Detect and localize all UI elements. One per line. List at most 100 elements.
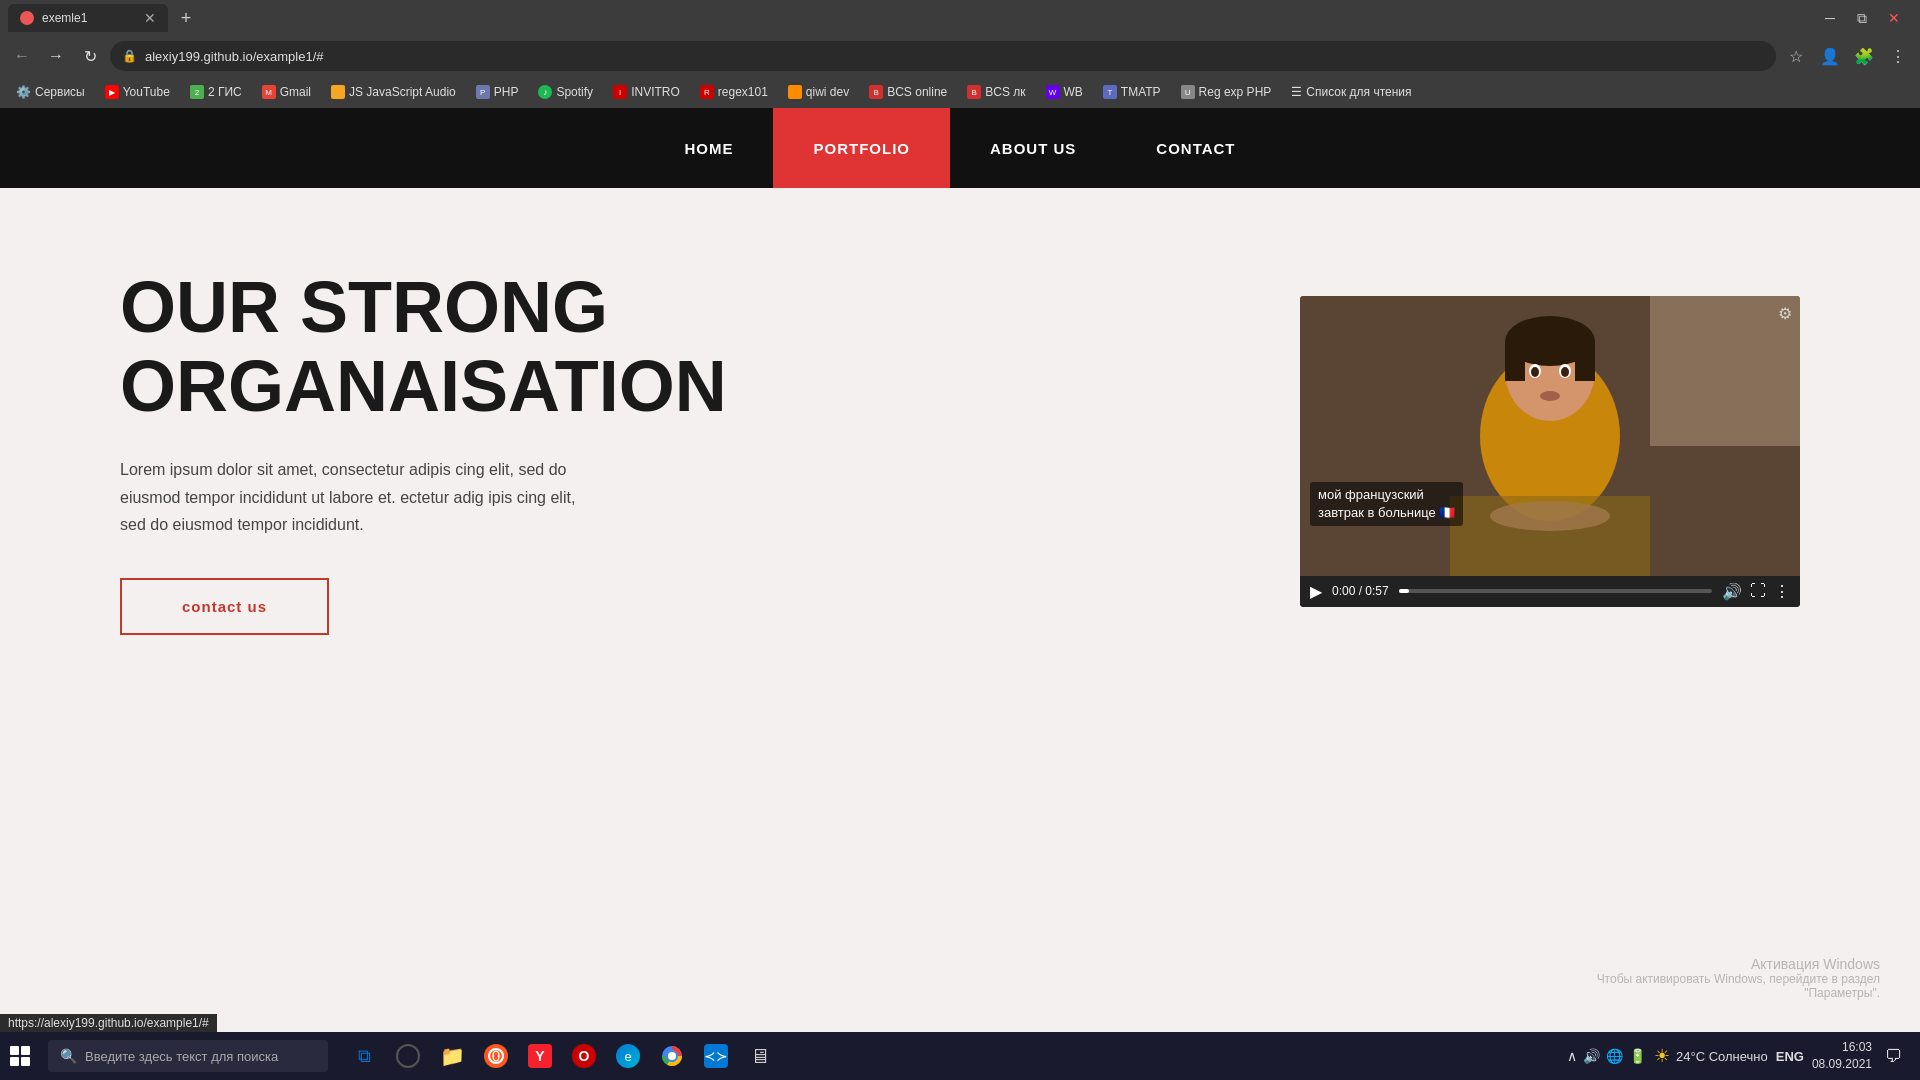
extensions-button[interactable]: 🧩 — [1850, 42, 1878, 70]
video-controls[interactable]: ▶ 0:00 / 0:57 🔊 ⛶ ⋮ — [1300, 576, 1800, 607]
bookmark-label: PHP — [494, 85, 519, 99]
video-play-button[interactable]: ▶ — [1310, 582, 1322, 601]
browser-window: exemle1 ✕ + ─ ⧉ ✕ ← → ↻ 🔒 alexiy199.gith… — [0, 0, 1920, 715]
bookmark-label: Gmail — [280, 85, 311, 99]
svg-point-12 — [1540, 391, 1560, 401]
bookmark-favicon: ⚙️ — [16, 85, 31, 99]
bookmark-wb[interactable]: W WB — [1038, 83, 1091, 101]
hero-description: Lorem ipsum dolor sit amet, consectetur … — [120, 456, 580, 538]
video-corner-icon: ⚙ — [1778, 304, 1792, 323]
bookmark-youtube[interactable]: ▶ YouTube — [97, 83, 178, 101]
bookmark-button[interactable]: ☆ — [1782, 42, 1810, 70]
svg-point-11 — [1561, 367, 1569, 377]
bookmark-favicon: B — [869, 85, 883, 99]
website-content: HOME PORTFOLIO ABOUT US CONTACT OUR STRO… — [0, 108, 1920, 715]
bookmark-favicon: P — [476, 85, 490, 99]
bookmark-favicon: T — [1103, 85, 1117, 99]
back-button[interactable]: ← — [8, 42, 36, 70]
window-minimize-button[interactable]: ─ — [1820, 10, 1840, 26]
bookmarks-bar: ⚙️ Сервисы ▶ YouTube 2 2 ГИС M Gmail JS … — [0, 76, 1920, 108]
bookmark-regexp-php[interactable]: U Reg exp PHP — [1173, 83, 1280, 101]
reading-list-icon: ☰ — [1291, 85, 1302, 99]
bookmark-label: WB — [1064, 85, 1083, 99]
hero-section: OUR STRONG ORGANAISATION Lorem ipsum dol… — [0, 188, 1920, 715]
nav-items: HOME PORTFOLIO ABOUT US CONTACT — [644, 108, 1275, 188]
video-control-icons: 🔊 ⛶ ⋮ — [1722, 582, 1790, 601]
video-progress-bar[interactable] — [1399, 589, 1712, 593]
video-mute-button[interactable]: 🔊 — [1722, 582, 1742, 601]
window-controls: ─ ⧉ ✕ — [1820, 10, 1912, 27]
hero-title: OUR STRONG ORGANAISATION — [120, 268, 1220, 426]
site-navigation: HOME PORTFOLIO ABOUT US CONTACT — [0, 108, 1920, 188]
hero-title-line1: OUR STRONG — [120, 267, 608, 347]
bookmark-qiwidev[interactable]: qiwi dev — [780, 83, 857, 101]
bookmark-favicon: M — [262, 85, 276, 99]
address-text: alexiy199.github.io/example1/# — [145, 49, 324, 64]
video-container: мой французскийзавтрак в больнице 🇫🇷 ⚙ ▶… — [1300, 296, 1800, 607]
bookmark-bcs-lk[interactable]: B BCS лк — [959, 83, 1033, 101]
window-close-button[interactable]: ✕ — [1884, 10, 1904, 26]
video-fullscreen-button[interactable]: ⛶ — [1750, 582, 1766, 600]
video-more-button[interactable]: ⋮ — [1774, 582, 1790, 601]
tab-title: exemle1 — [42, 11, 87, 25]
bookmark-gmail[interactable]: M Gmail — [254, 83, 319, 101]
bookmark-favicon: W — [1046, 85, 1060, 99]
bookmark-favicon: ▶ — [105, 85, 119, 99]
video-time: 0:00 / 0:57 — [1332, 584, 1389, 598]
bookmark-label: qiwi dev — [806, 85, 849, 99]
browser-toolbar: ← → ↻ 🔒 alexiy199.github.io/example1/# ☆… — [0, 36, 1920, 76]
nav-item-portfolio[interactable]: PORTFOLIO — [773, 108, 950, 188]
bookmark-favicon: B — [967, 85, 981, 99]
bookmark-label: Сервисы — [35, 85, 85, 99]
bookmark-favicon — [331, 85, 345, 99]
bookmark-favicon — [788, 85, 802, 99]
window-restore-button[interactable]: ⧉ — [1852, 10, 1872, 27]
bookmark-spotify[interactable]: ♪ Spotify — [530, 83, 601, 101]
menu-button[interactable]: ⋮ — [1884, 42, 1912, 70]
bookmark-label: JS JavaScript Audio — [349, 85, 456, 99]
forward-button[interactable]: → — [42, 42, 70, 70]
toolbar-actions: ☆ 👤 🧩 ⋮ — [1782, 42, 1912, 70]
svg-point-10 — [1531, 367, 1539, 377]
bookmark-favicon: R — [700, 85, 714, 99]
bookmark-favicon: ♪ — [538, 85, 552, 99]
bookmark-label: regex101 — [718, 85, 768, 99]
bookmark-label: YouTube — [123, 85, 170, 99]
bookmark-php[interactable]: P PHP — [468, 83, 527, 101]
profile-button[interactable]: 👤 — [1816, 42, 1844, 70]
bookmark-invitro[interactable]: I INVITRO — [605, 83, 688, 101]
video-progress-fill — [1399, 589, 1409, 593]
svg-rect-7 — [1575, 341, 1595, 381]
tab-bar: exemle1 ✕ + ─ ⧉ ✕ — [0, 0, 1920, 36]
bookmark-js-audio[interactable]: JS JavaScript Audio — [323, 83, 464, 101]
bookmark-bcs-online[interactable]: B BCS online — [861, 83, 955, 101]
bookmark-label: BCS лк — [985, 85, 1025, 99]
bookmark-label: Список для чтения — [1306, 85, 1411, 99]
video-frame-svg — [1300, 296, 1800, 576]
contact-us-button[interactable]: contact us — [120, 578, 329, 635]
browser-tab-active[interactable]: exemle1 ✕ — [8, 4, 168, 32]
nav-item-about[interactable]: ABOUT US — [950, 108, 1116, 188]
address-bar[interactable]: 🔒 alexiy199.github.io/example1/# — [110, 41, 1776, 71]
bookmark-label: 2 ГИС — [208, 85, 242, 99]
bookmark-favicon: I — [613, 85, 627, 99]
video-subtitle: мой французскийзавтрак в больнице 🇫🇷 — [1310, 482, 1463, 526]
bookmark-label: BCS online — [887, 85, 947, 99]
bookmark-label: INVITRO — [631, 85, 680, 99]
bookmark-label: Spotify — [556, 85, 593, 99]
bookmark-reading-list[interactable]: ☰ Список для чтения — [1283, 83, 1419, 101]
video-thumbnail: мой французскийзавтрак в больнице 🇫🇷 ⚙ — [1300, 296, 1800, 576]
tab-close-button[interactable]: ✕ — [144, 10, 156, 26]
bookmark-servisy[interactable]: ⚙️ Сервисы — [8, 83, 93, 101]
bookmark-tmatr[interactable]: T ТМАТР — [1095, 83, 1169, 101]
reload-button[interactable]: ↻ — [76, 42, 104, 70]
bookmark-favicon: U — [1181, 85, 1195, 99]
bookmark-2gis[interactable]: 2 2 ГИС — [182, 83, 250, 101]
nav-item-home[interactable]: HOME — [644, 108, 773, 188]
svg-point-14 — [1490, 501, 1610, 531]
nav-item-contact[interactable]: CONTACT — [1116, 108, 1275, 188]
bookmark-regex101[interactable]: R regex101 — [692, 83, 776, 101]
video-player: мой французскийзавтрак в больнице 🇫🇷 ⚙ ▶… — [1300, 296, 1800, 607]
new-tab-button[interactable]: + — [172, 4, 200, 32]
bookmark-label: Reg exp PHP — [1199, 85, 1272, 99]
